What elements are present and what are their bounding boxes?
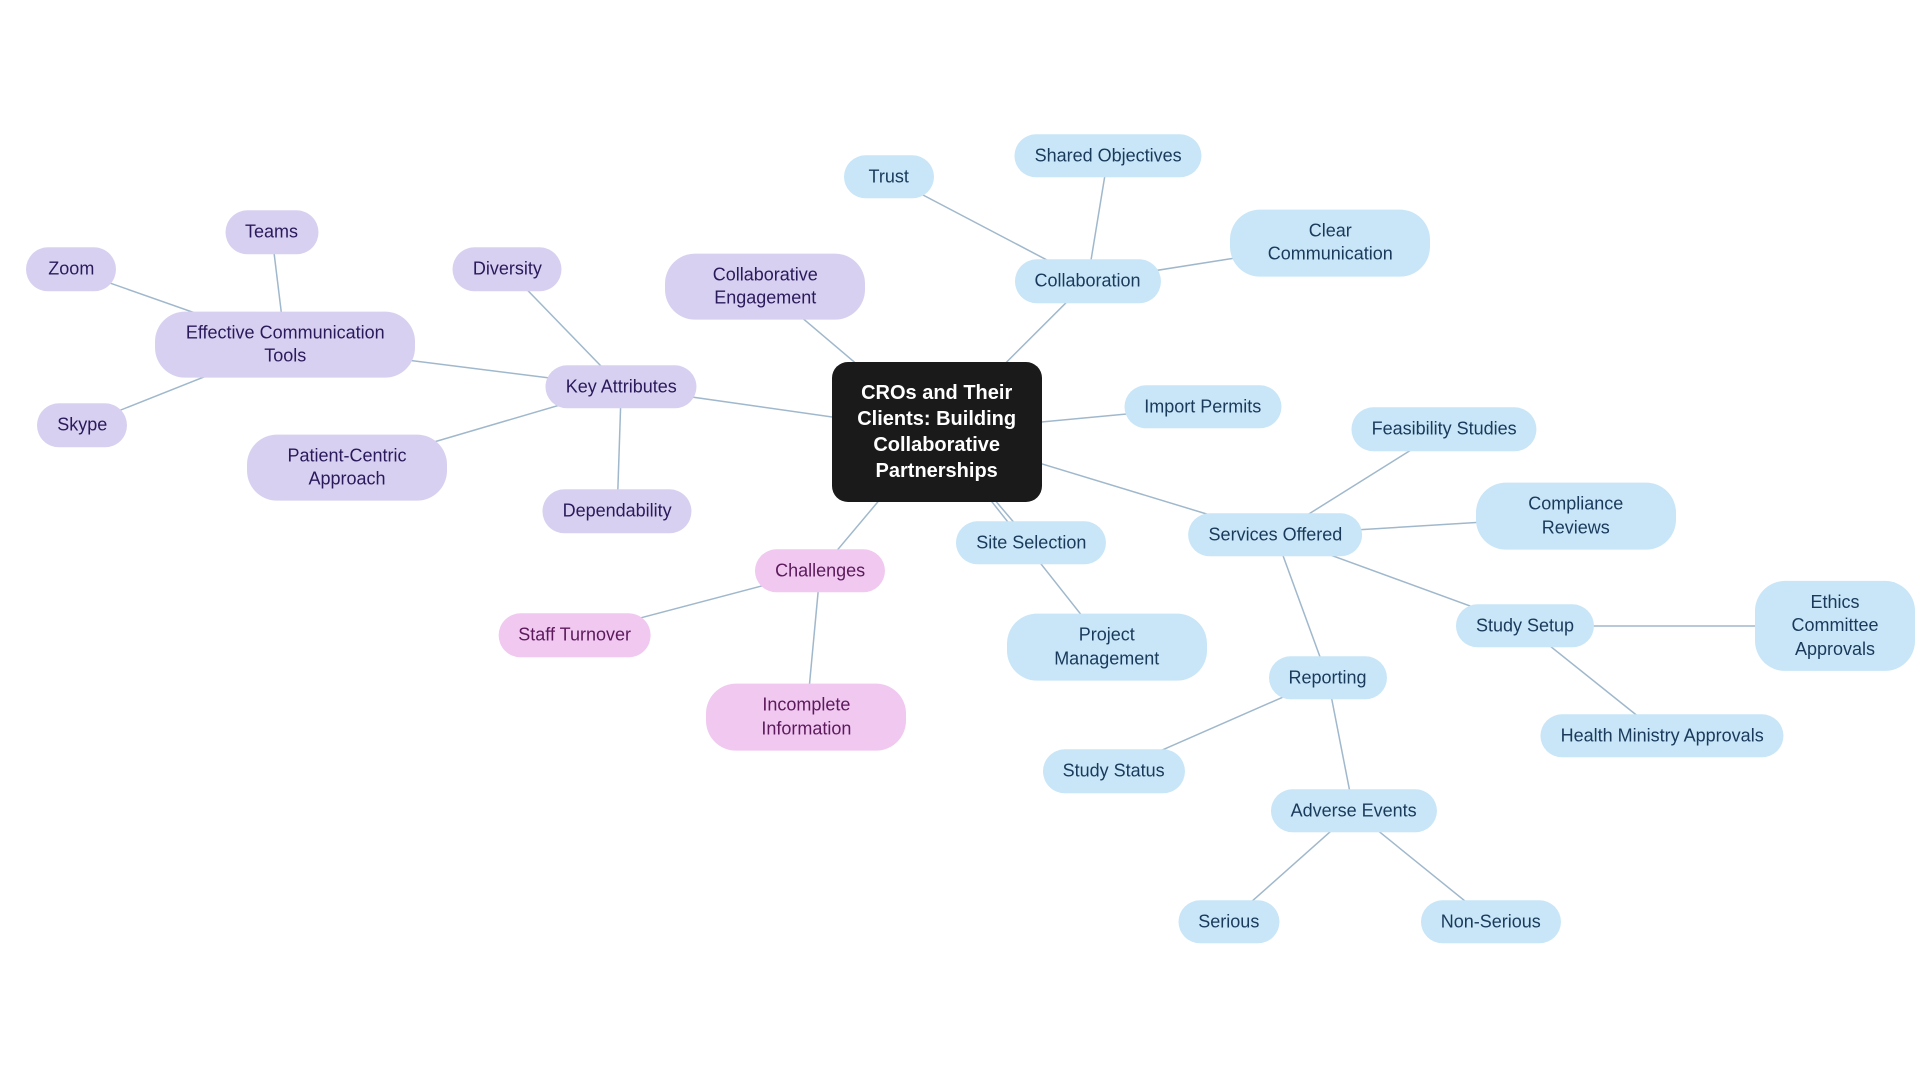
node-services-offered[interactable]: Services Offered bbox=[1189, 513, 1363, 556]
node-label-zoom: Zoom bbox=[48, 258, 94, 281]
node-label-compliance-reviews: Compliance Reviews bbox=[1496, 493, 1656, 540]
node-label-study-status: Study Status bbox=[1063, 760, 1165, 783]
node-project-management[interactable]: Project Management bbox=[1007, 614, 1207, 681]
node-label-health-ministry: Health Ministry Approvals bbox=[1561, 724, 1764, 747]
node-zoom[interactable]: Zoom bbox=[26, 248, 116, 291]
node-label-adverse-events: Adverse Events bbox=[1291, 799, 1417, 822]
node-collaborative-engagement[interactable]: Collaborative Engagement bbox=[665, 253, 865, 320]
node-compliance-reviews[interactable]: Compliance Reviews bbox=[1476, 483, 1676, 550]
node-label-reporting: Reporting bbox=[1289, 666, 1367, 689]
node-label-serious: Serious bbox=[1198, 910, 1259, 933]
node-site-selection[interactable]: Site Selection bbox=[956, 521, 1106, 564]
node-shared-objectives[interactable]: Shared Objectives bbox=[1015, 134, 1202, 177]
node-study-status[interactable]: Study Status bbox=[1043, 750, 1185, 793]
node-label-ethics-committee: Ethics Committee Approvals bbox=[1775, 591, 1895, 661]
node-study-setup[interactable]: Study Setup bbox=[1456, 604, 1594, 647]
node-label-clear-communication: Clear Communication bbox=[1250, 220, 1410, 267]
node-label-site-selection: Site Selection bbox=[976, 531, 1086, 554]
node-label-challenges: Challenges bbox=[775, 559, 865, 582]
node-effective-comm-tools[interactable]: Effective Communication Tools bbox=[155, 311, 415, 378]
node-teams[interactable]: Teams bbox=[225, 211, 318, 254]
node-label-incomplete-info: Incomplete Information bbox=[726, 694, 886, 741]
node-label-study-setup: Study Setup bbox=[1476, 614, 1574, 637]
node-import-permits[interactable]: Import Permits bbox=[1124, 385, 1281, 428]
node-reporting[interactable]: Reporting bbox=[1269, 656, 1387, 699]
node-non-serious[interactable]: Non-Serious bbox=[1421, 900, 1561, 943]
node-label-shared-objectives: Shared Objectives bbox=[1035, 144, 1182, 167]
node-collaboration[interactable]: Collaboration bbox=[1014, 260, 1160, 303]
node-clear-communication[interactable]: Clear Communication bbox=[1230, 210, 1430, 277]
node-staff-turnover[interactable]: Staff Turnover bbox=[498, 614, 651, 657]
node-label-services-offered: Services Offered bbox=[1209, 523, 1343, 546]
node-label-feasibility-studies: Feasibility Studies bbox=[1372, 418, 1517, 441]
mind-map-container: CROs and Their Clients: Building Collabo… bbox=[0, 0, 1920, 1083]
node-label-key-attributes: Key Attributes bbox=[566, 375, 677, 398]
node-adverse-events[interactable]: Adverse Events bbox=[1271, 789, 1437, 832]
node-challenges[interactable]: Challenges bbox=[755, 549, 885, 592]
node-incomplete-info[interactable]: Incomplete Information bbox=[706, 684, 906, 751]
node-label-collaboration: Collaboration bbox=[1034, 270, 1140, 293]
node-trust[interactable]: Trust bbox=[844, 155, 934, 198]
node-label-dependability: Dependability bbox=[563, 499, 672, 522]
node-dependability[interactable]: Dependability bbox=[543, 489, 692, 532]
node-feasibility-studies[interactable]: Feasibility Studies bbox=[1352, 408, 1537, 451]
node-label-non-serious: Non-Serious bbox=[1441, 910, 1541, 933]
node-label-staff-turnover: Staff Turnover bbox=[518, 624, 631, 647]
node-center[interactable]: CROs and Their Clients: Building Collabo… bbox=[832, 362, 1042, 502]
node-patient-centric[interactable]: Patient-Centric Approach bbox=[247, 434, 447, 501]
node-serious[interactable]: Serious bbox=[1178, 900, 1279, 943]
node-label-project-management: Project Management bbox=[1027, 624, 1187, 671]
node-label-effective-comm-tools: Effective Communication Tools bbox=[175, 321, 395, 368]
node-label-skype: Skype bbox=[57, 414, 107, 437]
node-label-center: CROs and Their Clients: Building Collabo… bbox=[852, 380, 1022, 484]
node-label-patient-centric: Patient-Centric Approach bbox=[267, 444, 427, 491]
node-label-collaborative-engagement: Collaborative Engagement bbox=[685, 263, 845, 310]
node-label-teams: Teams bbox=[245, 221, 298, 244]
node-health-ministry[interactable]: Health Ministry Approvals bbox=[1541, 714, 1784, 757]
node-label-trust: Trust bbox=[869, 165, 909, 188]
node-skype[interactable]: Skype bbox=[37, 404, 127, 447]
node-diversity[interactable]: Diversity bbox=[453, 248, 562, 291]
node-key-attributes[interactable]: Key Attributes bbox=[546, 365, 697, 408]
node-ethics-committee[interactable]: Ethics Committee Approvals bbox=[1755, 581, 1915, 671]
node-label-diversity: Diversity bbox=[473, 258, 542, 281]
node-label-import-permits: Import Permits bbox=[1144, 395, 1261, 418]
